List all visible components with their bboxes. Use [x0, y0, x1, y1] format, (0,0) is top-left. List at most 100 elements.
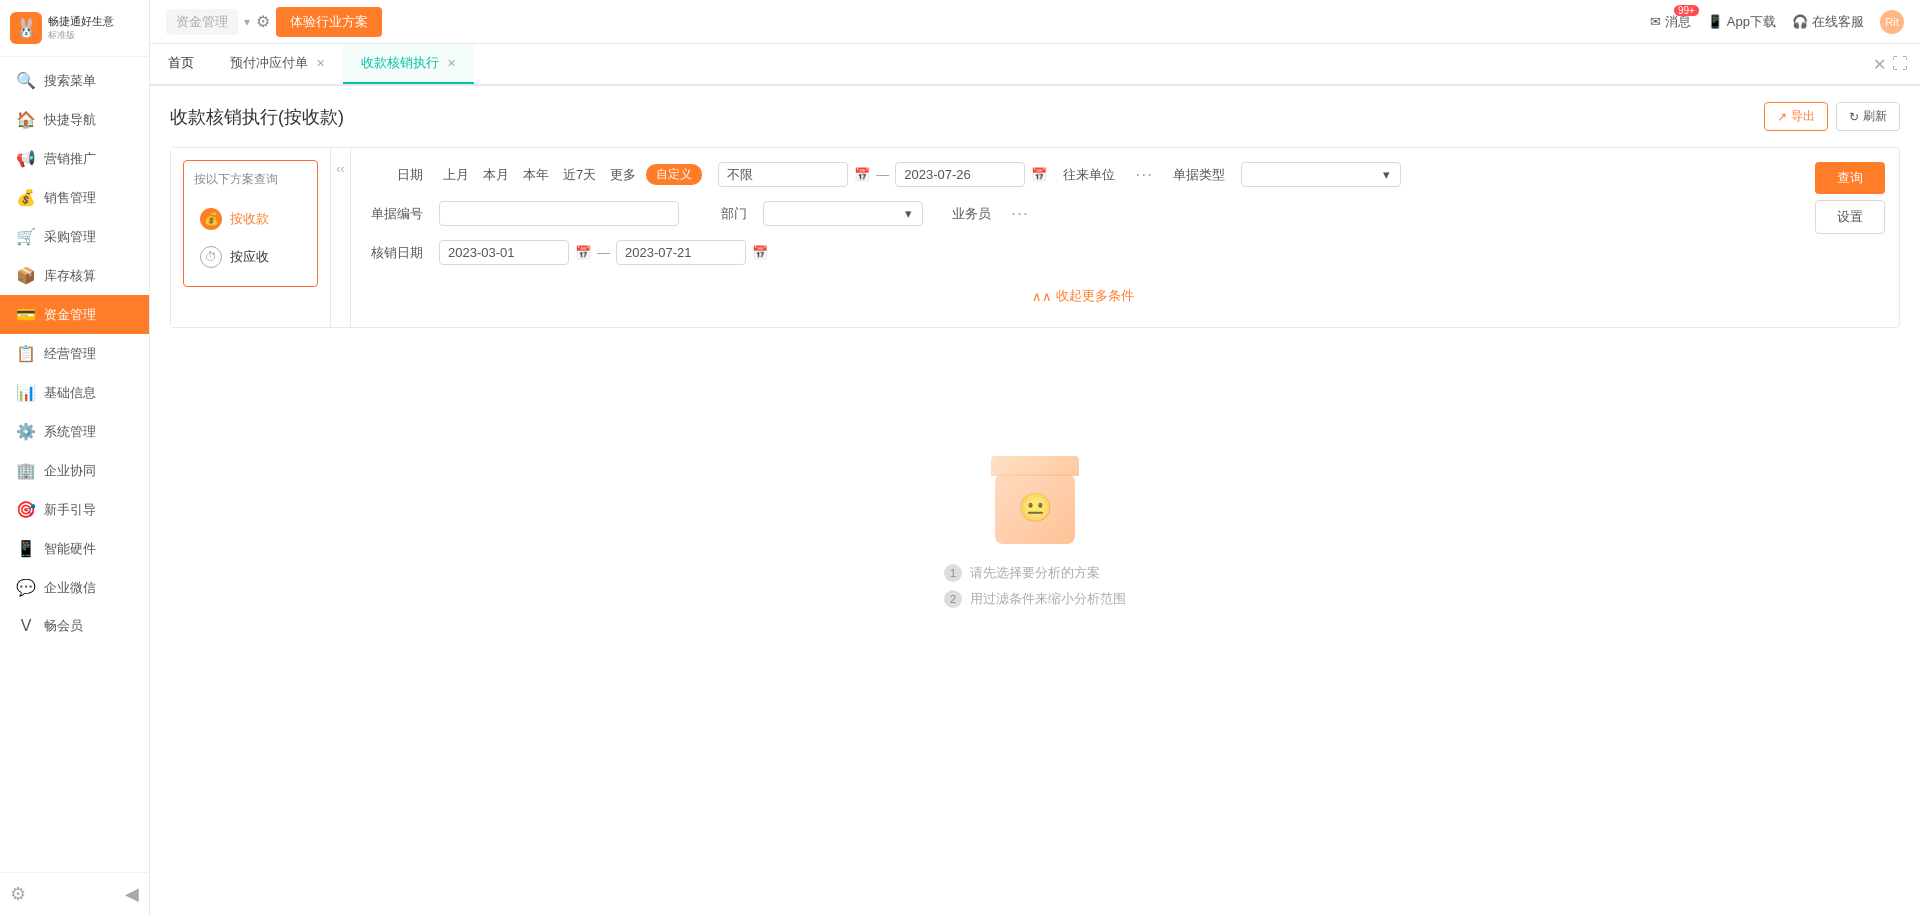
writeoff-date-range: 📅 — 📅: [439, 240, 768, 265]
filter-collapse-btn[interactable]: ‹‹: [331, 148, 351, 327]
query-button[interactable]: 查询: [1815, 162, 1885, 194]
staff-selector[interactable]: ···: [1007, 203, 1033, 224]
nav-icon-marketing: 📢: [16, 149, 36, 168]
tab-prepay[interactable]: 预付冲应付单 ✕: [212, 44, 343, 84]
empty-hint-2: 2 用过滤条件来缩小分析范围: [944, 590, 1126, 608]
writeoff-calendar-start-icon[interactable]: 📅: [575, 245, 591, 260]
online-service-button[interactable]: 🎧 在线客服: [1792, 13, 1864, 31]
empty-box-top: [991, 456, 1079, 476]
nav-icon-purchase: 🛒: [16, 227, 36, 246]
refresh-icon: ↻: [1849, 110, 1859, 124]
app-label: App下载: [1727, 13, 1776, 31]
header-right: ✉ 消息 99+ 📱 App下载 🎧 在线客服 Rit: [1650, 10, 1904, 34]
sidebar-item-newbie[interactable]: 🎯新手引导: [0, 490, 149, 529]
message-button[interactable]: ✉ 消息 99+: [1650, 13, 1691, 31]
date-range-inputs: 📅 — 📅: [718, 162, 1047, 187]
filter-left-panel: 按以下方案查询 💰 按收款 ⏱ 按应收: [171, 148, 331, 327]
collapse-more-btn[interactable]: ∧∧ 收起更多条件: [371, 279, 1795, 313]
nav-label-basic: 基础信息: [44, 384, 96, 402]
tab-actions: ✕ ⛶: [1873, 44, 1920, 84]
date-btn-more[interactable]: 更多: [606, 164, 640, 186]
solution-button[interactable]: 体验行业方案: [276, 7, 382, 37]
date-start-input[interactable]: [718, 162, 848, 187]
empty-box: 😐: [995, 474, 1075, 544]
sidebar-item-enterprise[interactable]: 🏢企业协同: [0, 451, 149, 490]
dept-select[interactable]: ▾: [763, 201, 923, 226]
header-gear-icon[interactable]: ⚙: [256, 12, 270, 31]
hint-num-2: 2: [944, 590, 962, 608]
nav-label-hardware: 智能硬件: [44, 540, 96, 558]
sidebar-item-sales[interactable]: 💰销售管理: [0, 178, 149, 217]
trade-partner-selector[interactable]: ···: [1131, 164, 1157, 185]
writeoff-date-separator: —: [597, 245, 610, 260]
date-btn-7days[interactable]: 近7天: [559, 164, 600, 186]
calendar-end-icon[interactable]: 📅: [1031, 167, 1047, 182]
nav-icon-member: V: [16, 617, 36, 635]
sidebar-bottom: ⚙ ◀: [0, 872, 149, 915]
writeoff-date-end-input[interactable]: [616, 240, 746, 265]
collapse-sidebar-icon[interactable]: ◀: [125, 883, 139, 905]
sidebar-item-search[interactable]: 🔍搜索菜单: [0, 61, 149, 100]
writeoff-date-label: 核销日期: [371, 244, 423, 262]
page-title: 收款核销执行(按收款): [170, 105, 344, 129]
sidebar-item-hardware[interactable]: 📱智能硬件: [0, 529, 149, 568]
date-custom-tag[interactable]: 自定义: [646, 164, 702, 185]
nav-label-newbie: 新手引导: [44, 501, 96, 519]
writeoff-date-start-input[interactable]: [439, 240, 569, 265]
nav-icon-sales: 💰: [16, 188, 36, 207]
date-btn-this-month[interactable]: 本月: [479, 164, 513, 186]
user-profile[interactable]: Rit: [1880, 10, 1904, 34]
export-button[interactable]: ↗ 导出: [1764, 102, 1828, 131]
tab-home[interactable]: 首页: [150, 44, 212, 84]
refresh-label: 刷新: [1863, 108, 1887, 125]
sidebar-item-purchase[interactable]: 🛒采购管理: [0, 217, 149, 256]
logo-text: 畅捷通好生意: [48, 14, 114, 28]
sidebar-logo: 🐰 畅捷通好生意 标准版: [0, 0, 149, 57]
sidebar-item-finance[interactable]: 💳资金管理: [0, 295, 149, 334]
tab-receipt[interactable]: 收款核销执行 ✕: [343, 44, 474, 84]
header-breadcrumb: 资金管理: [166, 9, 238, 35]
collapse-more-label: 收起更多条件: [1056, 287, 1134, 305]
collapse-chevron-icon: ∧∧: [1032, 289, 1052, 304]
sidebar-item-operation[interactable]: 📋经营管理: [0, 334, 149, 373]
writeoff-calendar-end-icon[interactable]: 📅: [752, 245, 768, 260]
tab-prepay-close-icon[interactable]: ✕: [316, 57, 325, 70]
nav-icon-system: ⚙️: [16, 422, 36, 441]
filter-right-panel: 日期 上月 本月 本年 近7天 更多 自定义 📅 —: [351, 148, 1815, 327]
voucher-type-select[interactable]: ▾: [1241, 162, 1401, 187]
message-icon: ✉: [1650, 14, 1661, 29]
filter-option-by-receipt[interactable]: 💰 按收款: [194, 200, 307, 238]
voucher-num-input[interactable]: [439, 201, 679, 226]
refresh-button[interactable]: ↻ 刷新: [1836, 102, 1900, 131]
page-inner: 收款核销执行(按收款) ↗ 导出 ↻ 刷新 按以下方: [150, 86, 1920, 915]
setting-button[interactable]: 设置: [1815, 200, 1885, 234]
breadcrumb-chevron-icon[interactable]: ▾: [244, 15, 250, 29]
voucher-num-label: 单据编号: [371, 205, 423, 223]
top-header: 资金管理 ▾ ⚙ 体验行业方案 ✉ 消息 99+ 📱 App下载 🎧 在线客服 …: [150, 0, 1920, 44]
sidebar-nav: 🔍搜索菜单🏠快捷导航📢营销推广💰销售管理🛒采购管理📦库存核算💳资金管理📋经营管理…: [0, 57, 149, 872]
calendar-start-icon[interactable]: 📅: [854, 167, 870, 182]
sidebar-item-system[interactable]: ⚙️系统管理: [0, 412, 149, 451]
sidebar-item-shortcut[interactable]: 🏠快捷导航: [0, 100, 149, 139]
tab-receipt-close-icon[interactable]: ✕: [447, 57, 456, 70]
page-title-row: 收款核销执行(按收款) ↗ 导出 ↻ 刷新: [170, 102, 1900, 131]
settings-icon[interactable]: ⚙: [10, 883, 26, 905]
tab-expand-icon[interactable]: ⛶: [1892, 55, 1908, 73]
sidebar-item-basic[interactable]: 📊基础信息: [0, 373, 149, 412]
sidebar-item-member[interactable]: V畅会员: [0, 607, 149, 645]
date-btn-last-month[interactable]: 上月: [439, 164, 473, 186]
tab-home-label: 首页: [168, 54, 194, 72]
tab-close-window-icon[interactable]: ✕: [1873, 55, 1886, 74]
filter-receivable-icon: ⏱: [200, 246, 222, 268]
app-download-button[interactable]: 📱 App下载: [1707, 13, 1776, 31]
date-end-input[interactable]: [895, 162, 1025, 187]
filter-receipt-icon: 💰: [200, 208, 222, 230]
nav-icon-operation: 📋: [16, 344, 36, 363]
date-btn-this-year[interactable]: 本年: [519, 164, 553, 186]
nav-icon-finance: 💳: [16, 305, 36, 324]
sidebar-item-inventory[interactable]: 📦库存核算: [0, 256, 149, 295]
filter-option-by-receivable[interactable]: ⏱ 按应收: [194, 238, 307, 276]
date-quick-btns: 上月 本月 本年 近7天 更多 自定义: [439, 164, 702, 186]
sidebar-item-wechat[interactable]: 💬企业微信: [0, 568, 149, 607]
sidebar-item-marketing[interactable]: 📢营销推广: [0, 139, 149, 178]
